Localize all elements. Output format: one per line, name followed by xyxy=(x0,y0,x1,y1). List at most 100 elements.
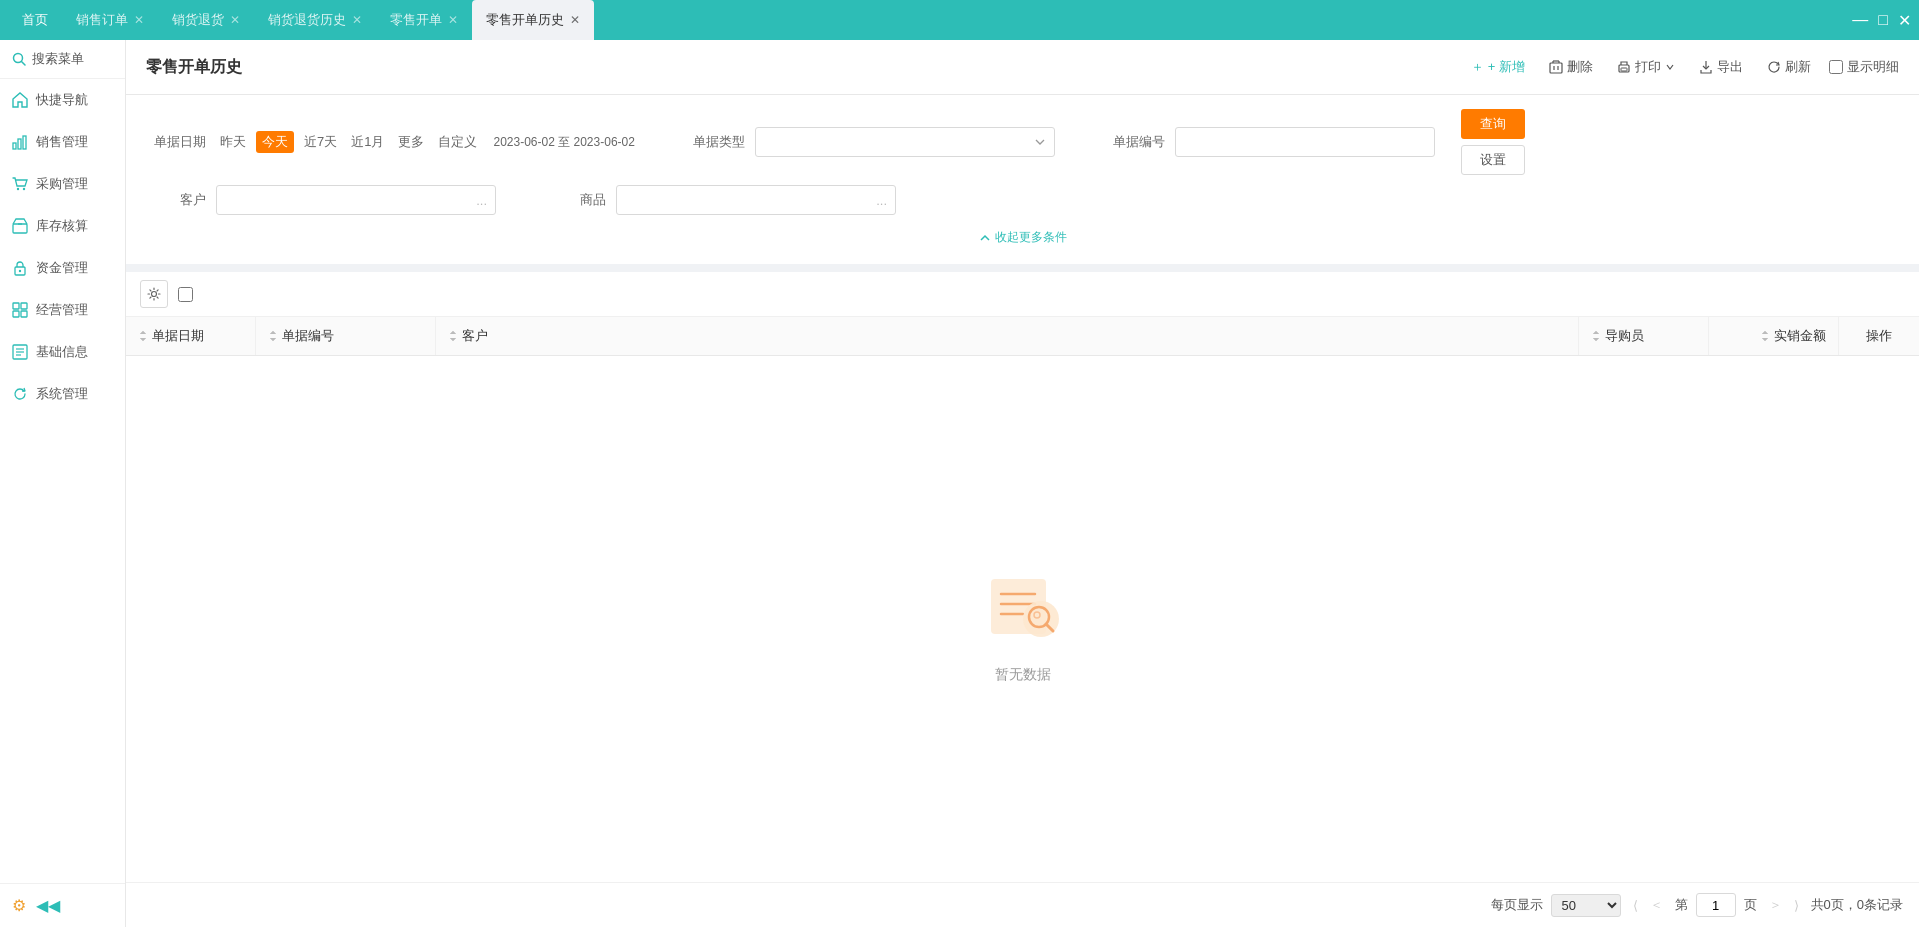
sidebar-item-sales-mgmt[interactable]: 销售管理 xyxy=(0,121,125,163)
display-checkbox[interactable] xyxy=(1829,60,1843,74)
sidebar-item-ops-mgmt-label: 经营管理 xyxy=(36,301,88,319)
sidebar: 搜索菜单 快捷导航 销售管理 采购管理 xyxy=(0,40,126,927)
table-body: 暂无数据 xyxy=(126,356,1919,882)
sort-customer-icon xyxy=(448,330,458,342)
sidebar-item-ops-mgmt[interactable]: 经营管理 xyxy=(0,289,125,331)
maximize-button[interactable]: □ xyxy=(1878,11,1888,30)
th-guide[interactable]: 导购员 xyxy=(1579,317,1709,355)
sidebar-item-base-info[interactable]: 基础信息 xyxy=(0,331,125,373)
last-page-button[interactable]: ⟩ xyxy=(1790,896,1803,915)
th-ops-label: 操作 xyxy=(1866,327,1892,345)
date-filter-label: 单据日期 xyxy=(146,133,206,151)
page-header: 零售开单历史 ＋ + 新增 删除 xyxy=(126,40,1919,95)
table-toolbar xyxy=(126,272,1919,317)
sidebar-item-quick-nav[interactable]: 快捷导航 xyxy=(0,79,125,121)
sidebar-item-sys-mgmt-label: 系统管理 xyxy=(36,385,88,403)
minimize-button[interactable]: — xyxy=(1852,11,1868,30)
first-page-button[interactable]: ⟨ xyxy=(1629,896,1642,915)
refresh-label: 刷新 xyxy=(1785,58,1811,76)
tab-retail-open-close[interactable]: ✕ xyxy=(448,13,458,27)
tab-sales-return-history-close[interactable]: ✕ xyxy=(352,13,362,27)
sidebar-item-purchase-mgmt-label: 采购管理 xyxy=(36,175,88,193)
add-button[interactable]: ＋ + 新增 xyxy=(1465,54,1531,80)
sidebar-search[interactable]: 搜索菜单 xyxy=(0,40,125,79)
th-date[interactable]: 单据日期 xyxy=(126,317,256,355)
th-date-label: 单据日期 xyxy=(152,327,204,345)
tab-retail-history[interactable]: 零售开单历史 ✕ xyxy=(472,0,594,40)
close-button[interactable]: ✕ xyxy=(1898,11,1911,30)
settings-icon[interactable]: ⚙ xyxy=(12,896,26,915)
sidebar-item-inventory-label: 库存核算 xyxy=(36,217,88,235)
header-actions: ＋ + 新增 删除 xyxy=(1465,54,1899,80)
print-dropdown-icon xyxy=(1665,62,1675,72)
chevron-up-icon xyxy=(979,232,991,244)
main-layout: 搜索菜单 快捷导航 销售管理 采购管理 xyxy=(0,40,1919,927)
type-dropdown-icon xyxy=(1034,136,1046,148)
type-filter-label: 单据类型 xyxy=(685,133,745,151)
sort-date-icon xyxy=(138,330,148,342)
setting-button[interactable]: 设置 xyxy=(1461,145,1525,175)
export-button[interactable]: 导出 xyxy=(1693,54,1749,80)
svg-point-5 xyxy=(17,188,19,190)
sidebar-item-sys-mgmt[interactable]: 系统管理 xyxy=(0,373,125,415)
th-amount-label: 实销金额 xyxy=(1774,327,1826,345)
page-number-input[interactable] xyxy=(1696,893,1736,917)
next-page-button[interactable]: ＞ xyxy=(1765,894,1786,916)
refresh-button[interactable]: 刷新 xyxy=(1761,54,1817,80)
svg-point-10 xyxy=(19,270,21,272)
tab-sales-return-history[interactable]: 销货退货历史 ✕ xyxy=(254,0,376,40)
display-toggle[interactable]: 显示明细 xyxy=(1829,58,1899,76)
add-icon: ＋ xyxy=(1471,58,1484,76)
svg-rect-2 xyxy=(13,143,16,149)
th-order-no[interactable]: 单据编号 xyxy=(256,317,436,355)
sidebar-item-purchase-mgmt[interactable]: 采购管理 xyxy=(0,163,125,205)
tab-retail-open-label: 零售开单 xyxy=(390,11,442,29)
filter-row-1: 单据日期 昨天 今天 近7天 近1月 更多 自定义 2023-06-02 至 2… xyxy=(146,109,1899,175)
date-opt-custom[interactable]: 自定义 xyxy=(434,131,481,153)
svg-rect-26 xyxy=(1621,68,1627,71)
sidebar-item-inventory[interactable]: 库存核算 xyxy=(0,205,125,247)
collapse-bar[interactable]: 收起更多条件 xyxy=(146,225,1899,250)
tab-sales-return-close[interactable]: ✕ xyxy=(230,13,240,27)
window-controls: — □ ✕ xyxy=(1852,11,1911,30)
refresh-icon xyxy=(12,386,28,402)
date-opt-more[interactable]: 更多 xyxy=(394,131,428,153)
sidebar-search-label: 搜索菜单 xyxy=(32,50,84,68)
select-all-checkbox[interactable] xyxy=(178,287,193,302)
th-customer[interactable]: 客户 xyxy=(436,317,1579,355)
customer-filter-label: 客户 xyxy=(146,191,206,209)
type-filter-select[interactable] xyxy=(755,127,1055,157)
customer-filter-input[interactable]: ... xyxy=(216,185,496,215)
th-amount[interactable]: 实销金额 xyxy=(1709,317,1839,355)
page-size-select[interactable]: 50 10 20 100 xyxy=(1551,894,1621,917)
tab-sales-return[interactable]: 销货退货 ✕ xyxy=(158,0,254,40)
date-opt-yesterday[interactable]: 昨天 xyxy=(216,131,250,153)
order-no-filter-label: 单据编号 xyxy=(1105,133,1165,151)
query-button[interactable]: 查询 xyxy=(1461,109,1525,139)
sidebar-item-quick-nav-label: 快捷导航 xyxy=(36,91,88,109)
sidebar-item-finance[interactable]: 资金管理 xyxy=(0,247,125,289)
delete-button[interactable]: 删除 xyxy=(1543,54,1599,80)
print-button[interactable]: 打印 xyxy=(1611,54,1681,80)
tab-sales-order-close[interactable]: ✕ xyxy=(134,13,144,27)
date-opt-today[interactable]: 今天 xyxy=(256,131,294,153)
tab-sales-return-history-label: 销货退货历史 xyxy=(268,11,346,29)
prev-page-button[interactable]: ＜ xyxy=(1646,894,1667,916)
tab-home[interactable]: 首页 xyxy=(8,0,62,40)
product-filter-label: 商品 xyxy=(546,191,606,209)
tab-sales-order[interactable]: 销售订单 ✕ xyxy=(62,0,158,40)
date-opt-last7[interactable]: 近7天 xyxy=(300,131,341,153)
list-icon xyxy=(12,344,28,360)
tab-retail-open[interactable]: 零售开单 ✕ xyxy=(376,0,472,40)
date-opt-last-month[interactable]: 近1月 xyxy=(347,131,388,153)
export-icon xyxy=(1699,60,1713,74)
date-options: 昨天 今天 近7天 近1月 更多 自定义 2023-06-02 至 2023-0… xyxy=(216,131,635,153)
page-label: 第 xyxy=(1671,894,1692,916)
th-order-no-label: 单据编号 xyxy=(282,327,334,345)
tab-retail-history-close[interactable]: ✕ xyxy=(570,13,580,27)
product-filter-input[interactable]: ... xyxy=(616,185,896,215)
order-no-input[interactable] xyxy=(1175,127,1435,157)
collapse-sidebar-icon[interactable]: ◀◀ xyxy=(36,896,60,915)
table-settings-button[interactable] xyxy=(140,280,168,308)
empty-state: 暂无数据 xyxy=(973,554,1073,684)
